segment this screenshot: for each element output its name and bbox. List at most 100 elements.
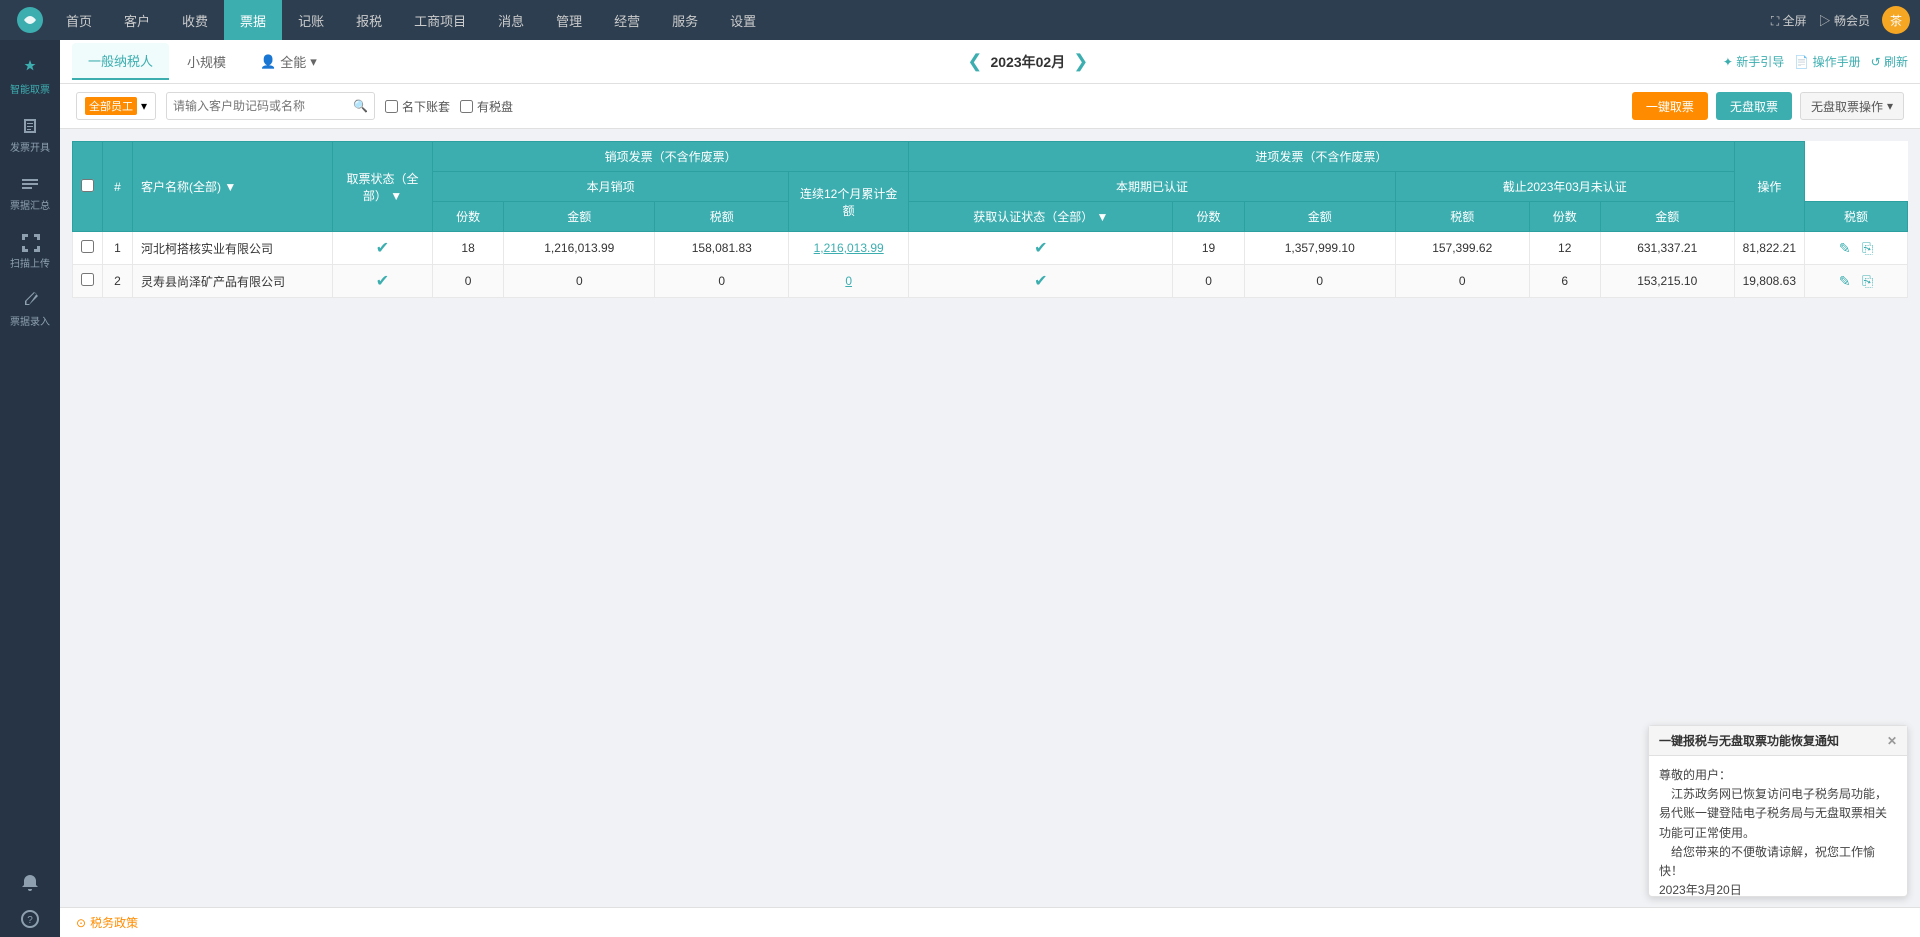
sidebar-label-scan: 扫描上传 xyxy=(10,255,50,270)
search-input-wrap: 🔍 xyxy=(166,92,375,120)
row2-uncert-tax: 19,808.63 xyxy=(1734,265,1804,298)
copy-icon[interactable]: ⎘ xyxy=(1862,273,1873,289)
user-icon: 👤 xyxy=(260,54,276,70)
sidebar-item-scan[interactable]: 扫描上传 xyxy=(0,224,60,278)
row1-sales-amount: 1,216,013.99 xyxy=(504,232,655,265)
col-customer-header: 客户名称(全部) ▼ xyxy=(133,142,333,232)
nav-fee[interactable]: 收费 xyxy=(166,0,224,40)
sidebar-item-help[interactable]: ? xyxy=(16,901,44,937)
notification-close-btn[interactable]: ✕ xyxy=(1887,734,1897,748)
row2-customer: 灵寿县尚泽矿产品有限公司 xyxy=(133,265,333,298)
main-content: 一般纳税人 小规模 👤 全能 ▾ ❮ 2023年02月 ❯ ✦ 新手引导 📄 操… xyxy=(60,40,1920,937)
row1-sales-tax: 158,081.83 xyxy=(655,232,789,265)
sidebar-item-summary[interactable]: 票据汇总 xyxy=(0,166,60,220)
col-sales-amount-header: 金额 xyxy=(504,202,655,232)
nav-invoice[interactable]: 票据 xyxy=(224,0,282,40)
nav-bookkeeping[interactable]: 记账 xyxy=(282,0,340,40)
main-layout: 智能取票 发票开具 票据汇总 扫描上传 票据录入 ? xyxy=(0,40,1920,937)
row2-uncert-amount: 153,215.10 xyxy=(1600,265,1734,298)
employee-select[interactable]: 全部员工 ▾ xyxy=(76,92,156,120)
sub-account-check[interactable]: 名下账套 xyxy=(385,98,450,115)
nav-message[interactable]: 消息 xyxy=(482,0,540,40)
vip-btn[interactable]: ▷ 畅会员 xyxy=(1819,12,1870,29)
new-user-guide-link[interactable]: ✦ 新手引导 xyxy=(1723,53,1784,70)
notification-header: 一键报税与无盘取票功能恢复通知 ✕ xyxy=(1649,726,1907,756)
row1-num: 1 xyxy=(103,232,133,265)
filter-bar: 全部员工 ▾ 🔍 名下账套 有税盘 一键取票 无盘取票 无盘取票操作 ▾ xyxy=(60,84,1920,129)
manual-link[interactable]: 📄 操作手册 xyxy=(1794,53,1860,70)
tax-icon: ⊙ xyxy=(76,916,86,930)
sidebar-item-invoice-open[interactable]: 发票开具 xyxy=(0,108,60,162)
edit-icon[interactable]: ✎ xyxy=(1839,273,1851,289)
prev-month-btn[interactable]: ❮ xyxy=(967,51,982,72)
row1-sales-count: 18 xyxy=(433,232,504,265)
month-navigation: ❮ 2023年02月 ❯ xyxy=(967,51,1088,72)
sidebar-bottom: ? xyxy=(16,865,44,937)
avatar[interactable]: 茶 xyxy=(1882,6,1910,34)
notification-scroll[interactable]: 尊敬的用户： 江苏政务网已恢复访问电子税务局功能，易代账一键登陆电子税务局与无盘… xyxy=(1649,756,1907,896)
nav-service[interactable]: 服务 xyxy=(656,0,714,40)
nav-settings[interactable]: 设置 xyxy=(714,0,772,40)
row2-tax-status: ✔ xyxy=(333,265,433,298)
tab-small-scale[interactable]: 小规模 xyxy=(171,44,242,79)
tax-disk-check[interactable]: 有税盘 xyxy=(460,98,513,115)
nav-items: 首页 客户 收费 票据 记账 报税 工商项目 消息 管理 经营 服务 设置 xyxy=(50,0,1771,40)
tax-policy-label[interactable]: 税务政策 xyxy=(90,914,138,931)
row1-checkbox[interactable] xyxy=(73,232,103,265)
sub-account-checkbox[interactable] xyxy=(385,100,398,113)
sidebar-item-smart-ticket[interactable]: 智能取票 xyxy=(0,50,60,104)
row1-tax-status: ✔ xyxy=(333,232,433,265)
next-month-btn[interactable]: ❯ xyxy=(1073,51,1088,72)
nav-operation[interactable]: 经营 xyxy=(598,0,656,40)
employee-badge: 全部员工 xyxy=(85,97,137,115)
fullscreen-btn[interactable]: ⛶ 全屏 xyxy=(1771,12,1807,29)
row1-uncert-tax: 81,822.21 xyxy=(1734,232,1804,265)
row1-uncert-count: 12 xyxy=(1529,232,1600,265)
col-purchase-amount-header: 金额 xyxy=(1244,202,1395,232)
row1-cert-status: ✔ xyxy=(909,232,1173,265)
row2-purchase-count: 0 xyxy=(1173,265,1244,298)
col-until-march-header: 截止2023年03月未认证 xyxy=(1395,172,1734,202)
table-row: 2 灵寿县尚泽矿产品有限公司 ✔ 0 0 0 0 ✔ 0 0 0 6 153,2… xyxy=(73,265,1908,298)
col-consecutive12-header: 连续12个月累计金额 xyxy=(789,172,909,232)
col-uncert-amount-header: 金额 xyxy=(1600,202,1734,232)
top-navigation: 首页 客户 收费 票据 记账 报税 工商项目 消息 管理 经营 服务 设置 ⛶ … xyxy=(0,0,1920,40)
row2-sales-tax: 0 xyxy=(655,265,789,298)
chevron-down-icon: ▾ xyxy=(141,99,147,113)
sidebar-item-notify[interactable] xyxy=(16,865,44,901)
one-click-tax-btn[interactable]: 一键取票 xyxy=(1632,92,1708,120)
col-num-header: # xyxy=(103,142,133,232)
no-disk-tax-btn[interactable]: 无盘取票 xyxy=(1716,92,1792,120)
col-uncert-tax-header: 税额 xyxy=(1805,202,1908,232)
nav-customer[interactable]: 客户 xyxy=(108,0,166,40)
nav-business[interactable]: 工商项目 xyxy=(398,0,482,40)
col-current-month-sales-header: 本月销项 xyxy=(433,172,789,202)
edit-icon[interactable]: ✎ xyxy=(1839,240,1851,256)
search-input[interactable] xyxy=(173,99,353,113)
tab-general-taxpayer[interactable]: 一般纳税人 xyxy=(72,43,169,80)
nav-manage[interactable]: 管理 xyxy=(540,0,598,40)
nav-tax[interactable]: 报税 xyxy=(340,0,398,40)
col-checkbox-header xyxy=(73,142,103,232)
notification-panel: 一键报税与无盘取票功能恢复通知 ✕ 尊敬的用户： 江苏政务网已恢复访问电子税务局… xyxy=(1648,725,1908,897)
row2-consecutive12[interactable]: 0 xyxy=(789,265,909,298)
tab-right-actions: ✦ 新手引导 📄 操作手册 ↺ 刷新 xyxy=(1723,53,1908,70)
row1-consecutive12[interactable]: 1,216,013.99 xyxy=(789,232,909,265)
row1-customer: 河北柯搭核实业有限公司 xyxy=(133,232,333,265)
chevron-down-icon: ▾ xyxy=(1887,99,1893,113)
tax-disk-checkbox[interactable] xyxy=(460,100,473,113)
select-all-checkbox[interactable] xyxy=(81,179,94,192)
nav-home[interactable]: 首页 xyxy=(50,0,108,40)
notification-title: 一键报税与无盘取票功能恢复通知 xyxy=(1659,732,1839,749)
tab-all[interactable]: 👤 全能 ▾ xyxy=(244,44,333,79)
row2-purchase-tax: 0 xyxy=(1395,265,1529,298)
no-disk-ops-btn[interactable]: 无盘取票操作 ▾ xyxy=(1800,92,1904,120)
search-icon[interactable]: 🔍 xyxy=(353,99,368,113)
refresh-link[interactable]: ↺ 刷新 xyxy=(1871,53,1908,70)
col-sales-tax-header: 税额 xyxy=(655,202,789,232)
col-cert-status-header: 获取认证状态（全部） ▼ xyxy=(909,202,1173,232)
sidebar-item-entry[interactable]: 票据录入 xyxy=(0,282,60,336)
row2-sales-amount: 0 xyxy=(504,265,655,298)
row2-checkbox[interactable] xyxy=(73,265,103,298)
copy-icon[interactable]: ⎘ xyxy=(1862,240,1873,256)
